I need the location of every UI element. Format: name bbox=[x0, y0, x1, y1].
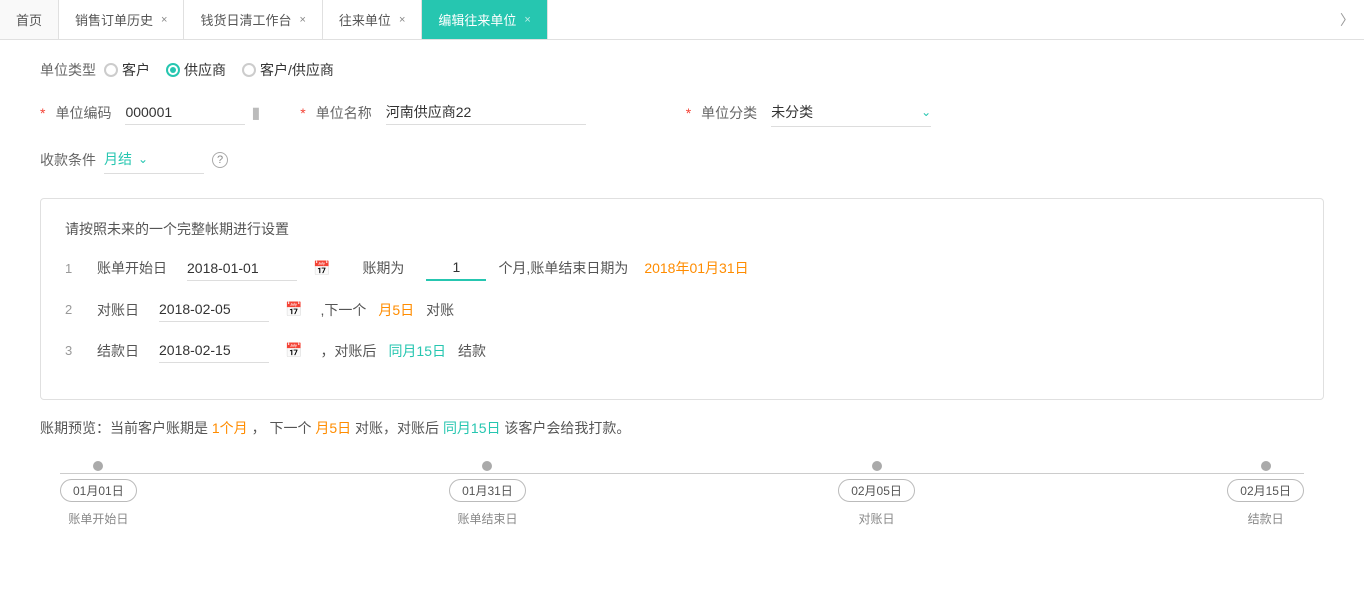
start-date-label: 账单开始日 bbox=[97, 258, 167, 278]
start-date-calendar-icon[interactable]: 📅 bbox=[313, 260, 330, 277]
unit-code-field: * 单位编码 ▮ bbox=[40, 100, 260, 125]
preview-next-prefix: 下一个 bbox=[269, 420, 311, 436]
unit-category-select[interactable]: 未分类 ⌄ bbox=[771, 98, 931, 127]
timeline-container: 01月01日 账单开始日 01月31日 账单结束日 02月05日 对账日 02月… bbox=[40, 461, 1324, 557]
unit-code-label: 单位编码 bbox=[55, 103, 111, 123]
timeline-tag-2: 02月05日 bbox=[838, 479, 915, 502]
unit-code-input-group: ▮ bbox=[125, 100, 260, 125]
unit-name-input[interactable] bbox=[386, 100, 586, 125]
period-settings-card: 请按照未来的一个完整帐期进行设置 1 账单开始日 📅 账期为 个月,账单结束日期… bbox=[40, 198, 1324, 400]
setting-row-1: 1 账单开始日 📅 账期为 个月,账单结束日期为 2018年01月31日 bbox=[65, 255, 1299, 281]
timeline-tag-0: 01月01日 bbox=[60, 479, 137, 502]
unit-category-field: * 单位分类 未分类 ⌄ bbox=[686, 98, 931, 127]
reconcile-date-calendar-icon[interactable]: 📅 bbox=[285, 301, 302, 318]
reconcile-date-label: 对账日 bbox=[97, 300, 139, 320]
timeline-label-2: 对账日 bbox=[859, 510, 895, 527]
payment-terms-label: 收款条件 bbox=[40, 150, 96, 170]
tab-partner[interactable]: 往来单位 × bbox=[323, 0, 422, 39]
setting-row-2: 2 对账日 📅 ,下一个 月5日 对账 bbox=[65, 297, 1299, 322]
radio-circle-supplier bbox=[166, 63, 180, 77]
close-cash-work[interactable]: × bbox=[299, 14, 305, 26]
preview-end: 该客户会给我打款。 bbox=[504, 420, 630, 436]
radio-circle-both bbox=[242, 63, 256, 77]
preview-reconcile: 对账，对账后 bbox=[355, 420, 439, 436]
reconcile-suffix-prefix: ,下一个 bbox=[320, 300, 366, 320]
category-dropdown-arrow: ⌄ bbox=[921, 105, 931, 119]
row-num-2: 2 bbox=[65, 302, 85, 317]
period-unit-text: 个月,账单结束日期为 bbox=[498, 258, 628, 278]
timeline-node-0 bbox=[93, 461, 103, 471]
period-input[interactable] bbox=[426, 255, 486, 281]
row-num-1: 1 bbox=[65, 261, 85, 276]
close-edit-partner[interactable]: × bbox=[524, 14, 530, 26]
copy-icon[interactable]: ▮ bbox=[251, 103, 260, 123]
timeline-tag-1: 01月31日 bbox=[449, 479, 526, 502]
payment-terms-value: 月结 bbox=[104, 149, 132, 169]
timeline-node-2 bbox=[872, 461, 882, 471]
payment-terms-row: 收款条件 月结 ⌄ ? bbox=[40, 145, 1324, 174]
tab-home[interactable]: 首页 bbox=[0, 0, 59, 39]
payment-suffix-prefix: ，对账后 bbox=[320, 341, 376, 361]
unit-type-radio-group: 客户 供应商 客户/供应商 bbox=[104, 60, 334, 80]
required-star-name: * bbox=[300, 105, 305, 121]
unit-type-label: 单位类型 bbox=[40, 60, 96, 80]
period-end-hint: 2018年01月31日 bbox=[644, 258, 748, 278]
reconcile-date-input[interactable] bbox=[159, 297, 269, 322]
preview-label: 账期预览：当前客户账期是 bbox=[40, 420, 208, 436]
close-partner[interactable]: × bbox=[399, 14, 405, 26]
payment-suffix-teal: 同月15日 bbox=[388, 341, 446, 361]
period-label: 账期为 bbox=[362, 258, 404, 278]
preview-period: 1个月 bbox=[212, 420, 248, 436]
tab-sales-history[interactable]: 销售订单历史 × bbox=[59, 0, 184, 39]
timeline-label-1: 账单结束日 bbox=[457, 510, 517, 527]
unit-category-label: 单位分类 bbox=[701, 103, 757, 123]
preview-comma: ， bbox=[252, 420, 266, 436]
payment-date-label: 结款日 bbox=[97, 341, 139, 361]
required-star-code: * bbox=[40, 105, 45, 121]
tab-cash-work[interactable]: 钱货日清工作台 × bbox=[184, 0, 322, 39]
radio-customer[interactable]: 客户 bbox=[104, 60, 150, 80]
timeline-item-1: 01月31日 账单结束日 bbox=[449, 461, 526, 527]
timeline-label-0: 账单开始日 bbox=[68, 510, 128, 527]
timeline-node-1 bbox=[482, 461, 492, 471]
tab-arrow[interactable]: 〉 bbox=[1330, 0, 1364, 39]
payment-date-calendar-icon[interactable]: 📅 bbox=[285, 342, 302, 359]
close-sales-history[interactable]: × bbox=[161, 14, 167, 26]
payment-date-input[interactable] bbox=[159, 338, 269, 363]
timeline-item-3: 02月15日 结款日 bbox=[1227, 461, 1304, 527]
code-name-category-row: * 单位编码 ▮ * 单位名称 * 单位分类 未分类 ⌄ bbox=[40, 98, 1324, 127]
unit-name-label: 单位名称 bbox=[316, 103, 372, 123]
preview-next-orange: 月5日 bbox=[315, 420, 351, 436]
preview-payment-teal: 同月15日 bbox=[443, 420, 501, 436]
unit-name-field: * 单位名称 bbox=[300, 100, 585, 125]
main-content: 单位类型 客户 供应商 客户/供应商 * 单位编码 ▮ bbox=[0, 40, 1364, 608]
payment-terms-dropdown-arrow: ⌄ bbox=[138, 152, 148, 166]
help-icon[interactable]: ? bbox=[212, 152, 228, 168]
reconcile-suffix-text: 对账 bbox=[426, 300, 454, 320]
row-num-3: 3 bbox=[65, 343, 85, 358]
card-title: 请按照未来的一个完整帐期进行设置 bbox=[65, 219, 1299, 239]
payment-terms-select[interactable]: 月结 ⌄ bbox=[104, 145, 204, 174]
timeline-item-2: 02月05日 对账日 bbox=[838, 461, 915, 527]
radio-both[interactable]: 客户/供应商 bbox=[242, 60, 334, 80]
preview-section: 账期预览：当前客户账期是 1个月 ， 下一个 月5日 对账，对账后 同月15日 … bbox=[40, 416, 1324, 441]
timeline-label-3: 结款日 bbox=[1248, 510, 1284, 527]
setting-row-3: 3 结款日 📅 ，对账后 同月15日 结款 bbox=[65, 338, 1299, 363]
timeline-items: 01月01日 账单开始日 01月31日 账单结束日 02月05日 对账日 02月… bbox=[60, 461, 1304, 527]
tab-edit-partner[interactable]: 编辑往来单位 × bbox=[422, 0, 547, 39]
timeline-node-3 bbox=[1261, 461, 1271, 471]
required-star-category: * bbox=[686, 105, 691, 121]
radio-circle-customer bbox=[104, 63, 118, 77]
timeline-item-0: 01月01日 账单开始日 bbox=[60, 461, 137, 527]
unit-code-input[interactable] bbox=[125, 100, 245, 125]
radio-supplier[interactable]: 供应商 bbox=[166, 60, 226, 80]
unit-type-row: 单位类型 客户 供应商 客户/供应商 bbox=[40, 60, 1324, 80]
payment-suffix-text: 结款 bbox=[458, 341, 486, 361]
tab-bar: 首页 销售订单历史 × 钱货日清工作台 × 往来单位 × 编辑往来单位 × 〉 bbox=[0, 0, 1364, 40]
start-date-input[interactable] bbox=[187, 256, 297, 281]
timeline-tag-3: 02月15日 bbox=[1227, 479, 1304, 502]
reconcile-suffix-orange: 月5日 bbox=[378, 300, 414, 320]
